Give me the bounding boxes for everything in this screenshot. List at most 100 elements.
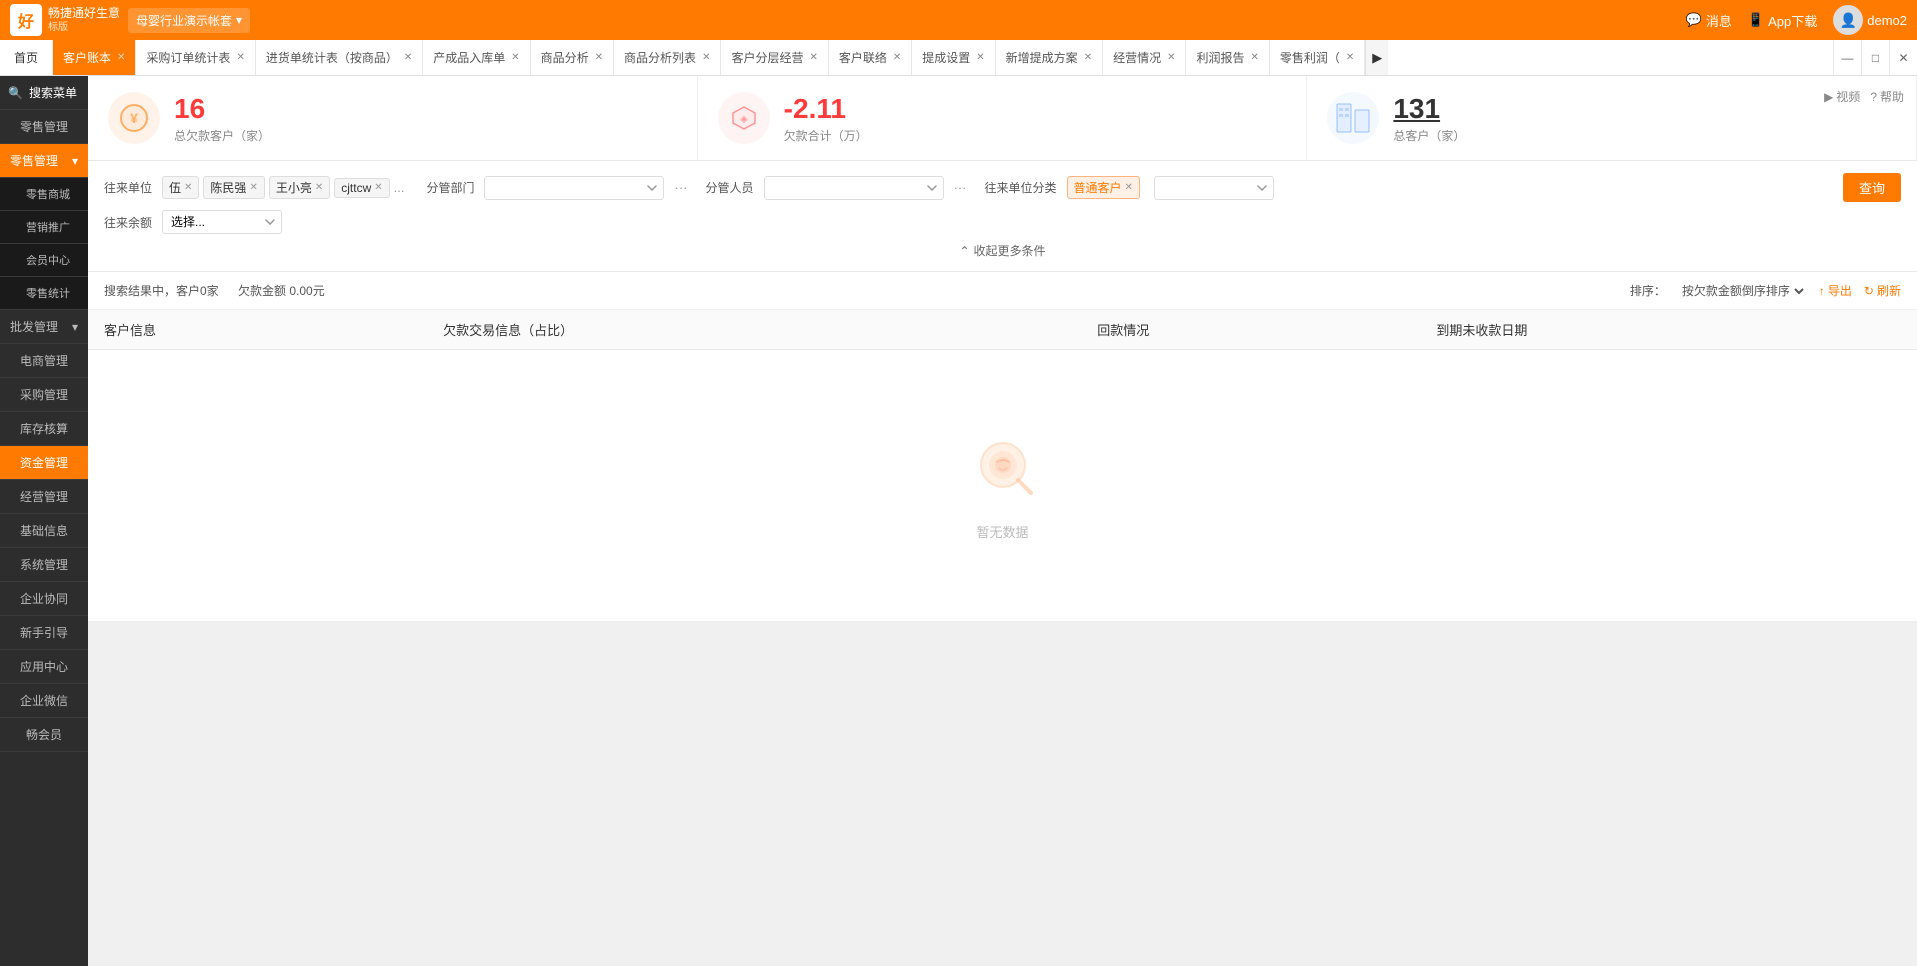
- refresh-icon: ↻: [1864, 284, 1874, 298]
- summary-cards: ¥ 16 总欠款客户（家） ◈: [88, 76, 1917, 161]
- person-more-btn[interactable]: ···: [954, 180, 967, 195]
- filter-tag-2[interactable]: 陈民强 ✕: [203, 176, 264, 199]
- refresh-btn[interactable]: ↻ 刷新: [1864, 282, 1901, 299]
- sidebar-item-enterprise-collab[interactable]: 企业协同: [0, 582, 88, 616]
- tab-incoming-stats[interactable]: 进货单统计表（按商品） ✕: [256, 40, 423, 76]
- tab-customer-tier[interactable]: 客户分层经营 ✕: [721, 40, 828, 76]
- summary-card-debt-total: ◈ -2.11 欠款合计（万）: [698, 76, 1308, 160]
- close-tab-promotion-settings[interactable]: ✕: [976, 52, 984, 63]
- sidebar-item-app-center[interactable]: 应用中心: [0, 650, 88, 684]
- tab-customer-contact[interactable]: 客户联络 ✕: [829, 40, 912, 76]
- sidebar-item-basic-info[interactable]: 基础信息: [0, 514, 88, 548]
- close-tab-product-analysis[interactable]: ✕: [595, 52, 603, 63]
- collapse-filters-btn[interactable]: ⌃ 收起更多条件: [959, 242, 1045, 259]
- close-tag-1[interactable]: ✕: [184, 182, 192, 193]
- sidebar-item-capital[interactable]: 资金管理: [0, 446, 88, 480]
- tab-minimize[interactable]: —: [1833, 40, 1861, 76]
- tab-product-analysis-list[interactable]: 商品分析列表 ✕: [614, 40, 721, 76]
- tab-new-promotion[interactable]: 新增提成方案 ✕: [996, 40, 1103, 76]
- sidebar-item-newbie-guide[interactable]: 新手引导: [0, 616, 88, 650]
- sidebar-item-enterprise-wechat[interactable]: 企业微信: [0, 684, 88, 718]
- close-tab-customer-book[interactable]: ✕: [117, 52, 125, 63]
- topbar-right: 💬 消息 📱 App下载 👤 demo2: [1686, 5, 1907, 35]
- sidebar-item-system[interactable]: 系统管理: [0, 548, 88, 582]
- sort-select[interactable]: 按欠款金额倒序排序: [1678, 283, 1807, 299]
- tab-scroll-right[interactable]: ▶: [1365, 40, 1388, 76]
- tab-retail-profit[interactable]: 零售利润（ ✕: [1270, 40, 1365, 76]
- tab-product-inbound[interactable]: 产成品入库单 ✕: [423, 40, 530, 76]
- filter-category-tag[interactable]: 普通客户 ✕: [1067, 176, 1140, 199]
- message-icon: 💬: [1686, 12, 1702, 28]
- tab-product-analysis[interactable]: 商品分析 ✕: [531, 40, 614, 76]
- filter-tag-3[interactable]: 王小亮 ✕: [269, 176, 330, 199]
- person-select[interactable]: [764, 176, 944, 200]
- search-icon: 🔍: [8, 86, 23, 100]
- tab-purchase-order-stats[interactable]: 采购订单统计表 ✕: [136, 40, 255, 76]
- sidebar-item-member-center[interactable]: 会员中心: [0, 244, 88, 277]
- close-tab-incoming[interactable]: ✕: [404, 52, 412, 63]
- sidebar-item-marketing[interactable]: 营销推广: [0, 211, 88, 244]
- empty-text: 暂无数据: [976, 522, 1028, 541]
- table-toolbar-right: 排序： 按欠款金额倒序排序 ↑ 导出 ↻ 刷新: [1630, 282, 1901, 299]
- user-avatar[interactable]: 👤 demo2: [1833, 5, 1907, 35]
- unit-filter-label: 往来单位: [104, 179, 152, 196]
- dept-select[interactable]: [484, 176, 664, 200]
- category-select[interactable]: [1154, 176, 1274, 200]
- tab-profit-report[interactable]: 利润报告 ✕: [1186, 40, 1269, 76]
- close-category-tag[interactable]: ✕: [1125, 182, 1133, 193]
- sidebar-item-operation[interactable]: 经营管理: [0, 480, 88, 514]
- sort-label: 排序：: [1630, 282, 1666, 299]
- sidebar-item-ecommerce[interactable]: 电商管理: [0, 344, 88, 378]
- topbar-left: 好 畅捷通好生意 标版 母婴行业演示帐套 ▾: [10, 4, 250, 36]
- sidebar-search[interactable]: 🔍 搜索菜单: [0, 76, 88, 110]
- message-btn[interactable]: 💬 消息: [1686, 11, 1732, 30]
- close-tab-new-promotion[interactable]: ✕: [1084, 52, 1092, 63]
- close-tag-3[interactable]: ✕: [315, 182, 323, 193]
- sidebar-item-inventory[interactable]: 库存核算: [0, 412, 88, 446]
- close-tag-4[interactable]: ✕: [374, 182, 382, 193]
- tab-maximize[interactable]: □: [1861, 40, 1889, 76]
- data-table: 客户信息 欠款交易信息（占比） 回款情况 到期未收款日期: [88, 310, 1917, 350]
- dept-more-btn[interactable]: ···: [674, 180, 687, 195]
- tab-promotion-settings[interactable]: 提成设置 ✕: [912, 40, 995, 76]
- tab-operations[interactable]: 经营情况 ✕: [1103, 40, 1186, 76]
- filter-area: 往来单位 伍 ✕ 陈民强 ✕ 王小亮 ✕: [88, 161, 1917, 272]
- query-button[interactable]: 查询: [1843, 173, 1901, 202]
- app-download-btn[interactable]: 📱 App下载: [1748, 11, 1817, 30]
- close-tab-product-inbound[interactable]: ✕: [511, 52, 519, 63]
- filter-tag-1[interactable]: 伍 ✕: [162, 176, 199, 199]
- tab-customer-book[interactable]: 客户账本 ✕: [53, 40, 136, 76]
- svg-text:¥: ¥: [130, 110, 138, 126]
- logo-area: 好 畅捷通好生意 标版: [10, 4, 120, 36]
- export-btn[interactable]: ↑ 导出: [1819, 282, 1852, 299]
- filter-tag-4[interactable]: cjttcw ✕: [334, 178, 389, 198]
- sidebar-item-retail-mall[interactable]: 零售商城: [0, 178, 88, 211]
- close-tab-product-analysis-list[interactable]: ✕: [702, 52, 710, 63]
- sidebar-item-retail-mgmt[interactable]: 零售管理 ▾: [0, 144, 88, 178]
- close-tab-retail-profit[interactable]: ✕: [1346, 52, 1354, 63]
- sidebar-item-quick-nav[interactable]: 零售管理: [0, 110, 88, 144]
- export-icon: ↑: [1819, 284, 1825, 298]
- summary-data-total: 131 总客户（家）: [1393, 93, 1896, 144]
- table-header-row: 客户信息 欠款交易信息（占比） 回款情况 到期未收款日期: [88, 310, 1917, 350]
- col-customer-info: 客户信息: [88, 310, 427, 350]
- sidebar-item-retail-stats[interactable]: 零售统计: [0, 277, 88, 310]
- tab-home[interactable]: 首页: [0, 40, 53, 76]
- video-btn[interactable]: ▶ 视频: [1824, 88, 1860, 105]
- sidebar-item-vip[interactable]: 畅会员: [0, 718, 88, 752]
- sidebar-item-purchase[interactable]: 采购管理: [0, 378, 88, 412]
- filter-more-btn[interactable]: ...: [394, 180, 405, 195]
- dept-filter-label: 分管部门: [426, 179, 474, 196]
- close-tab-customer-tier[interactable]: ✕: [809, 52, 817, 63]
- help-btn[interactable]: ? 帮助: [1870, 88, 1904, 105]
- content-area: ¥ 16 总欠款客户（家） ◈: [88, 76, 1917, 966]
- store-selector[interactable]: 母婴行业演示帐套 ▾: [128, 8, 250, 33]
- tab-close-all[interactable]: ✕: [1889, 40, 1917, 76]
- close-tab-operations[interactable]: ✕: [1167, 52, 1175, 63]
- close-tag-2[interactable]: ✕: [249, 182, 257, 193]
- sidebar-item-wholesale-mgmt[interactable]: 批发管理 ▾: [0, 310, 88, 344]
- close-tab-customer-contact[interactable]: ✕: [893, 52, 901, 63]
- close-tab-profit-report[interactable]: ✕: [1251, 52, 1259, 63]
- close-tab-purchase[interactable]: ✕: [236, 52, 244, 63]
- remainder-select[interactable]: 选择...: [162, 210, 282, 234]
